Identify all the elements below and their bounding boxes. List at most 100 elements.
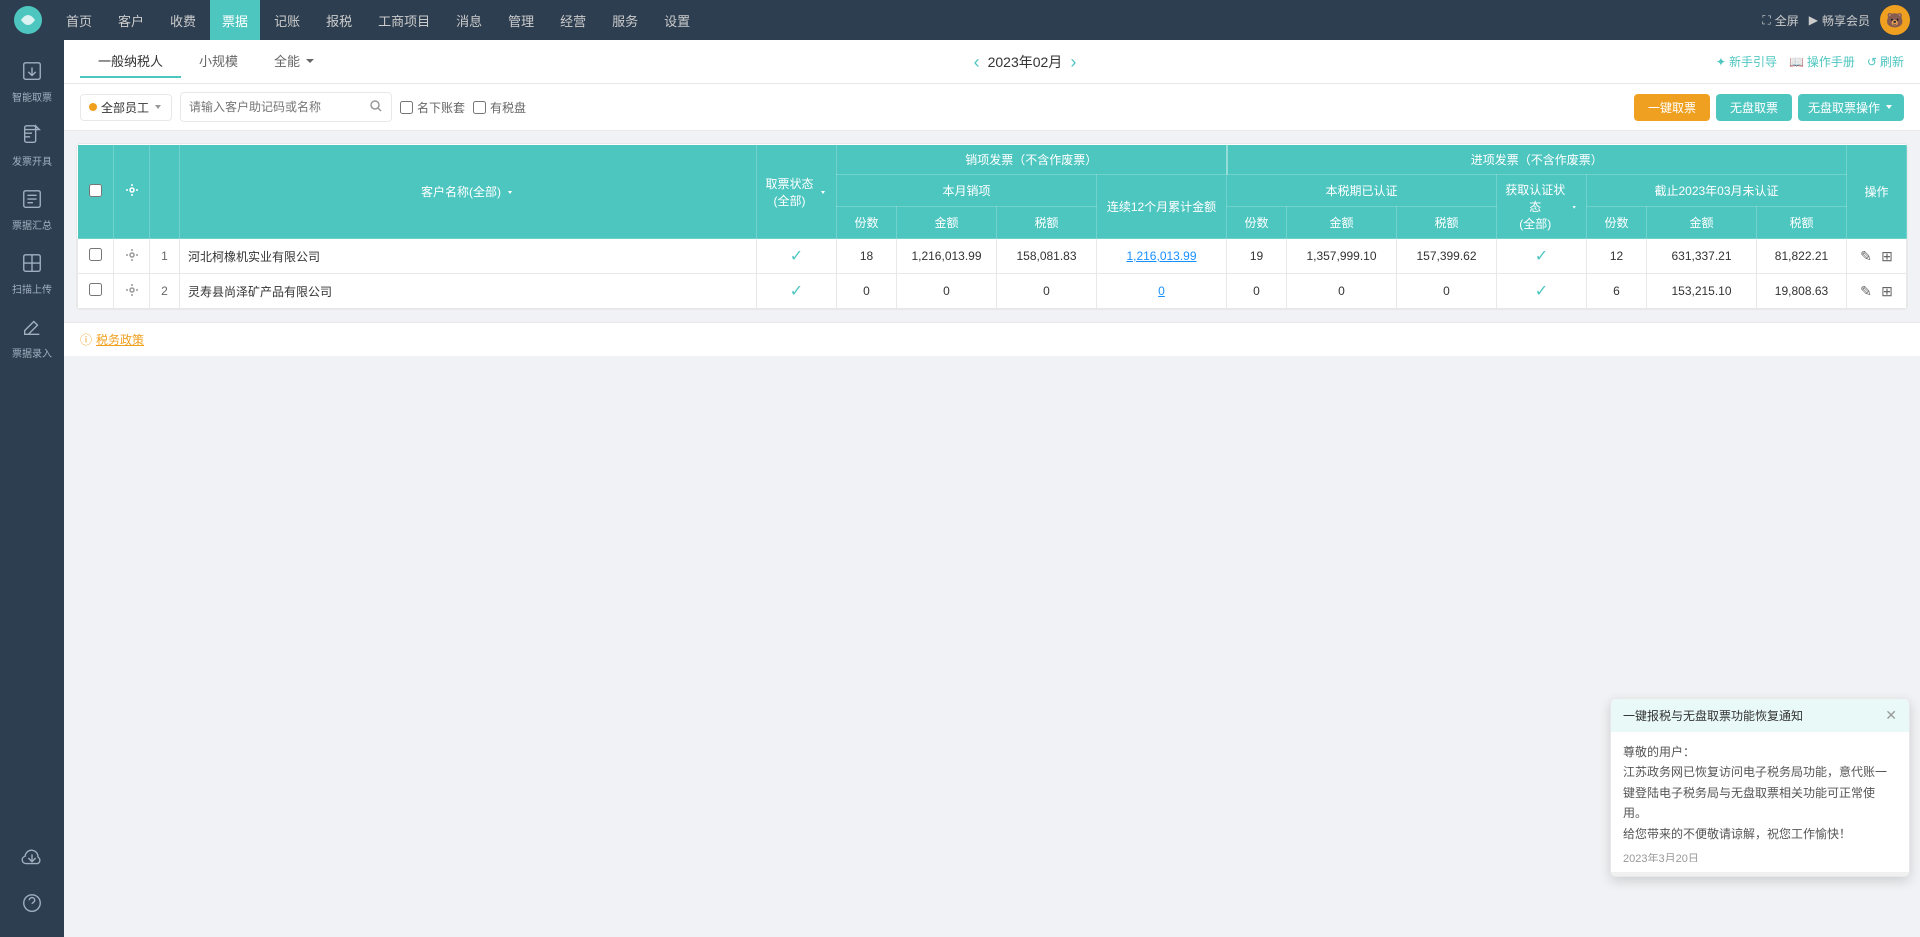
period-nav: ‹ 2023年02月 › [334,52,1716,72]
list-icon [21,188,43,213]
sidebar-item-invoice-summary[interactable]: 票据汇总 [0,178,64,242]
th-unc-amount: 金额 [1647,207,1757,239]
tab-general-taxpayer[interactable]: 一般纳税人 [80,45,181,78]
one-click-ticket-btn[interactable]: 一键取票 [1634,94,1710,121]
nav-message[interactable]: 消息 [444,0,494,40]
th-sales-month-group: 本月销项 [837,175,1097,207]
prev-period-btn[interactable]: ‹ [974,53,980,71]
sidebar-help-btn[interactable] [0,882,64,927]
employee-select[interactable]: 全部员工 [80,94,172,121]
detail-action-2[interactable]: ⊞ [1881,283,1893,299]
toolbar-right: 一键取票 无盘取票 无盘取票操作 [1634,94,1904,121]
td-sales-amount-2: 0 [897,274,997,309]
table-row: 1 河北柯橡机实业有限公司 ✓ 18 1,216,013.99 158,081.… [78,239,1907,274]
td-sales-count-2: 0 [837,274,897,309]
td-pur-tax-1: 157,399.62 [1397,239,1497,274]
td-pur-count-1: 19 [1227,239,1287,274]
notif-scroll[interactable]: 尊敬的用户： 江苏政务网已恢复访问电子税务局功能，意代账一键登陆电子税务局与无盘… [1623,742,1897,862]
td-num-2: 2 [150,274,180,309]
nav-invoice[interactable]: 票据 [210,0,260,40]
member-btn[interactable]: ▶ 畅享会员 [1809,12,1870,29]
nav-home[interactable]: 首页 [54,0,104,40]
sidebar-item-scan-upload[interactable]: 扫描上传 [0,242,64,306]
th-uncert-group: 截止2023年03月未认证 [1587,175,1847,207]
nav-tax[interactable]: 报税 [314,0,364,40]
sidebar-item-smart-ticket[interactable]: 智能取票 [0,50,64,114]
td-sales-tax-1: 158,081.83 [997,239,1097,274]
search-icon[interactable] [369,99,383,116]
sidebar-download-btn[interactable] [0,837,64,882]
logo [10,2,46,38]
nav-client[interactable]: 客户 [106,0,156,40]
avatar[interactable]: 🐻 [1880,5,1910,35]
download-icon [21,60,43,85]
td-action-1: ✎ ⊞ [1847,239,1907,274]
th-sales-group: 销项发票（不含作废票） [837,145,1227,175]
td-sales-12month-1[interactable]: 1,216,013.99 [1097,239,1227,274]
nav-manage[interactable]: 管理 [496,0,546,40]
select-all-checkbox[interactable] [89,184,102,197]
invoice-table: 客户名称(全部) 取票状态 (全部) 销项发票（不含作废票） 进项发票（不含作废… [77,144,1907,309]
th-client: 客户名称(全部) [180,145,757,239]
th-select [78,145,114,239]
th-num [150,145,180,239]
nav-operation[interactable]: 经营 [548,0,598,40]
sidebar-item-invoice-entry[interactable]: 票据录入 [0,306,64,370]
notif-header: 一键报税与无盘取票功能恢复通知 ✕ [1611,699,1909,732]
td-sales-12month-2[interactable]: 0 [1097,274,1227,309]
nav-billing[interactable]: 收费 [158,0,208,40]
edit-action-1[interactable]: ✎ [1860,248,1872,264]
sidebar: 智能取票 发票开具 票据汇总 扫描上传 [0,40,64,937]
td-unc-amount-2: 153,215.10 [1647,274,1757,309]
new-guide-btn[interactable]: ✦ 新手引导 [1716,53,1777,70]
search-input[interactable] [189,93,369,121]
th-status: 取票状态 (全部) [757,145,837,239]
no-disk-ticket-btn[interactable]: 无盘取票 [1716,94,1792,121]
nav-service[interactable]: 服务 [600,0,650,40]
td-unc-tax-1: 81,822.21 [1757,239,1847,274]
detail-action-1[interactable]: ⊞ [1881,248,1893,264]
notif-body: 尊敬的用户： 江苏政务网已恢复访问电子税务局功能，意代账一键登陆电子税务局与无盘… [1611,732,1909,872]
type-tabs: 一般纳税人 小规模 全能 [80,45,334,78]
nav-business[interactable]: 工商项目 [366,0,442,40]
td-status-1: ✓ [757,239,837,274]
refresh-icon: ↺ [1867,55,1877,69]
td-num-1: 1 [150,239,180,274]
td-cert-status-1: ✓ [1497,239,1587,274]
no-disk-ops-btn[interactable]: 无盘取票操作 [1798,94,1904,121]
scan-icon [21,252,43,277]
tax-policy-link[interactable]: 税务政策 [96,331,144,348]
tab-all-purpose[interactable]: 全能 [256,45,334,78]
th-unc-count: 份数 [1587,207,1647,239]
th-pur-count: 份数 [1227,207,1287,239]
th-sales-12month: 连续12个月累计金额 [1097,175,1227,239]
sidebar-item-issue-invoice[interactable]: 发票开具 [0,114,64,178]
next-period-btn[interactable]: › [1070,53,1076,71]
td-unc-tax-2: 19,808.63 [1757,274,1847,309]
fullscreen-btn[interactable]: ⛶ 全屏 [1762,12,1798,29]
td-pur-tax-2: 0 [1397,274,1497,309]
employee-dot [89,103,97,111]
manual-btn[interactable]: 📖 操作手册 [1789,53,1855,70]
edit-action-2[interactable]: ✎ [1860,283,1872,299]
notif-close-btn[interactable]: ✕ [1885,707,1897,724]
refresh-btn[interactable]: ↺ 刷新 [1867,53,1904,70]
th-unc-tax: 税额 [1757,207,1847,239]
td-status-2: ✓ [757,274,837,309]
th-action: 操作 [1847,145,1907,239]
has-tax-plate-checkbox[interactable]: 有税盘 [473,99,526,116]
th-purchase-group: 进项发票（不含作废票） [1227,145,1847,175]
tab-small-scale[interactable]: 小规模 [181,45,256,78]
nav-accounting[interactable]: 记账 [262,0,312,40]
td-client-2: 灵寿县尚泽矿产品有限公司 [180,274,757,309]
info-icon: ⓘ [80,331,92,348]
nav-settings[interactable]: 设置 [652,0,702,40]
type-tab-bar: 一般纳税人 小规模 全能 ‹ 2023年02月 › ✦ 新手引导 📖 操作手册 … [64,40,1920,84]
td-sales-amount-1: 1,216,013.99 [897,239,997,274]
cloud-download-icon [21,847,43,872]
td-pur-count-2: 0 [1227,274,1287,309]
td-unc-amount-1: 631,337.21 [1647,239,1757,274]
period-label: 2023年02月 [988,52,1063,72]
th-sales-count: 份数 [837,207,897,239]
under-account-checkbox[interactable]: 名下账套 [400,99,465,116]
